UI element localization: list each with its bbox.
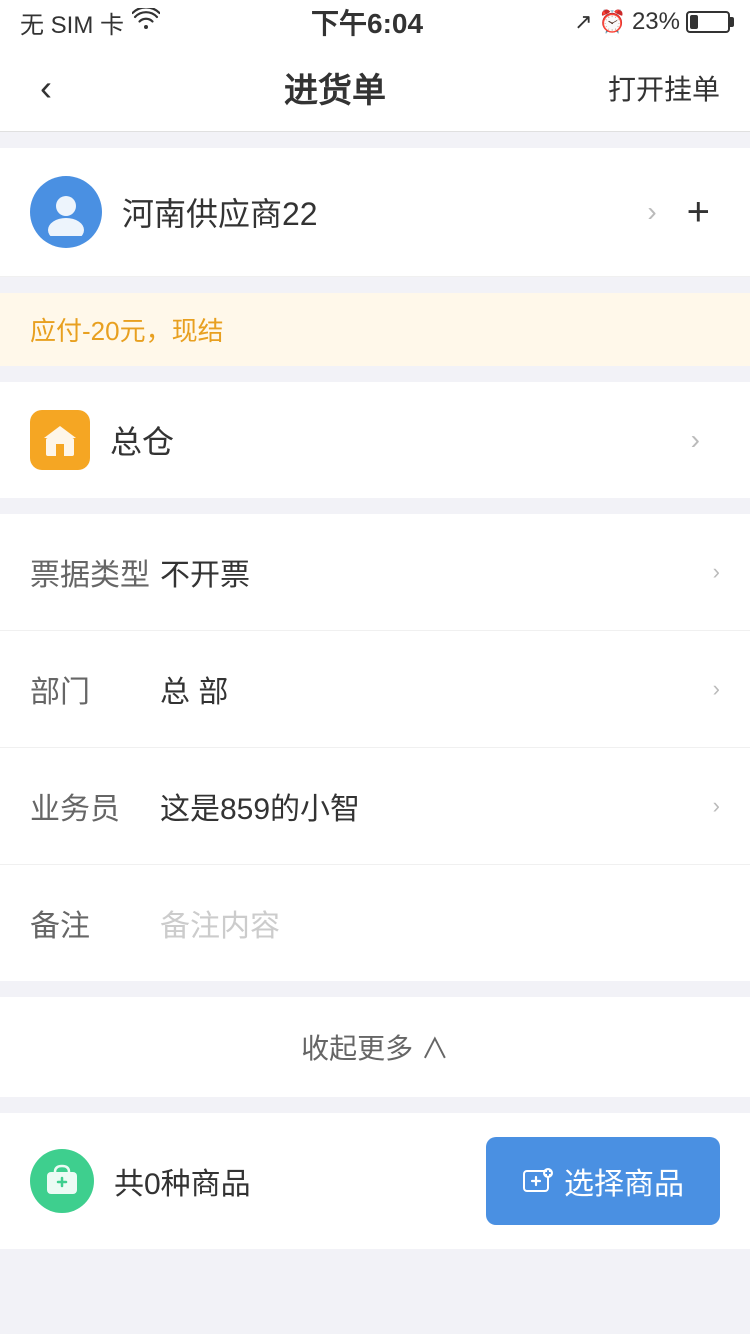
collapse-button[interactable]: 收起更多 ∧: [0, 997, 750, 1097]
warehouse-row[interactable]: 总仓 ›: [0, 382, 750, 498]
invoice-type-label: 票据类型: [30, 550, 150, 594]
salesperson-label: 业务员: [30, 784, 150, 828]
content: 河南供应商22 › + 应付-20元，现结 总仓 › 票据类型 不开票: [0, 148, 750, 1279]
select-goods-button[interactable]: 选择商品: [486, 1137, 720, 1225]
page-title: 进货单: [284, 63, 386, 112]
notice-text: 应付-20元，现结: [30, 316, 224, 346]
warehouse-name: 总仓: [110, 417, 691, 463]
select-goods-icon: [522, 1165, 554, 1197]
department-row[interactable]: 部门 总 部 ›: [0, 631, 750, 748]
invoice-type-row[interactable]: 票据类型 不开票 ›: [0, 514, 750, 631]
invoice-type-value: 不开票: [160, 550, 713, 594]
alarm-icon: ⏰: [599, 9, 626, 35]
warehouse-section: 总仓 ›: [0, 382, 750, 498]
notice-bar: 应付-20元，现结: [0, 293, 750, 366]
location-icon: ↗: [574, 9, 592, 35]
select-goods-label: 选择商品: [564, 1159, 684, 1203]
department-label: 部门: [30, 667, 150, 711]
salesperson-chevron-icon: ›: [713, 793, 720, 819]
supplier-row[interactable]: 河南供应商22 › +: [0, 148, 750, 277]
add-supplier-button[interactable]: +: [677, 190, 720, 235]
supplier-chevron-icon: ›: [647, 196, 656, 228]
remark-input[interactable]: 备注内容: [160, 901, 720, 945]
status-bar: 无 SIM 卡 下午6:04 ↗ ⏰ 23%: [0, 0, 750, 44]
nav-bar: ‹ 进货单 打开挂单: [0, 44, 750, 132]
goods-icon: [30, 1149, 94, 1213]
battery-percent: 23%: [632, 8, 680, 36]
salesperson-row[interactable]: 业务员 这是859的小智 ›: [0, 748, 750, 865]
warehouse-chevron-icon: ›: [691, 424, 700, 456]
supplier-avatar: [30, 176, 102, 248]
bottom-bar: 共0种商品 选择商品: [0, 1113, 750, 1249]
battery-icon: [686, 11, 730, 33]
form-section: 票据类型 不开票 › 部门 总 部 › 业务员 这是859的小智 › 备注 备注…: [0, 514, 750, 981]
goods-count-label: 共0种商品: [114, 1159, 486, 1203]
supplier-section: 河南供应商22 › +: [0, 148, 750, 277]
carrier-label: 无 SIM 卡: [20, 5, 124, 40]
open-pending-button[interactable]: 打开挂单: [608, 68, 720, 108]
salesperson-value: 这是859的小智: [160, 784, 713, 828]
remark-label: 备注: [30, 901, 150, 945]
department-value: 总 部: [160, 667, 713, 711]
warehouse-icon: [30, 410, 90, 470]
wifi-icon: [132, 8, 160, 37]
status-time: 下午6:04: [311, 2, 423, 42]
back-button[interactable]: ‹: [30, 57, 62, 119]
status-left: 无 SIM 卡: [20, 5, 160, 40]
department-chevron-icon: ›: [713, 676, 720, 702]
invoice-type-chevron-icon: ›: [713, 559, 720, 585]
status-right: ↗ ⏰ 23%: [574, 8, 730, 36]
remark-row[interactable]: 备注 备注内容: [0, 865, 750, 981]
supplier-name: 河南供应商22: [122, 189, 647, 235]
